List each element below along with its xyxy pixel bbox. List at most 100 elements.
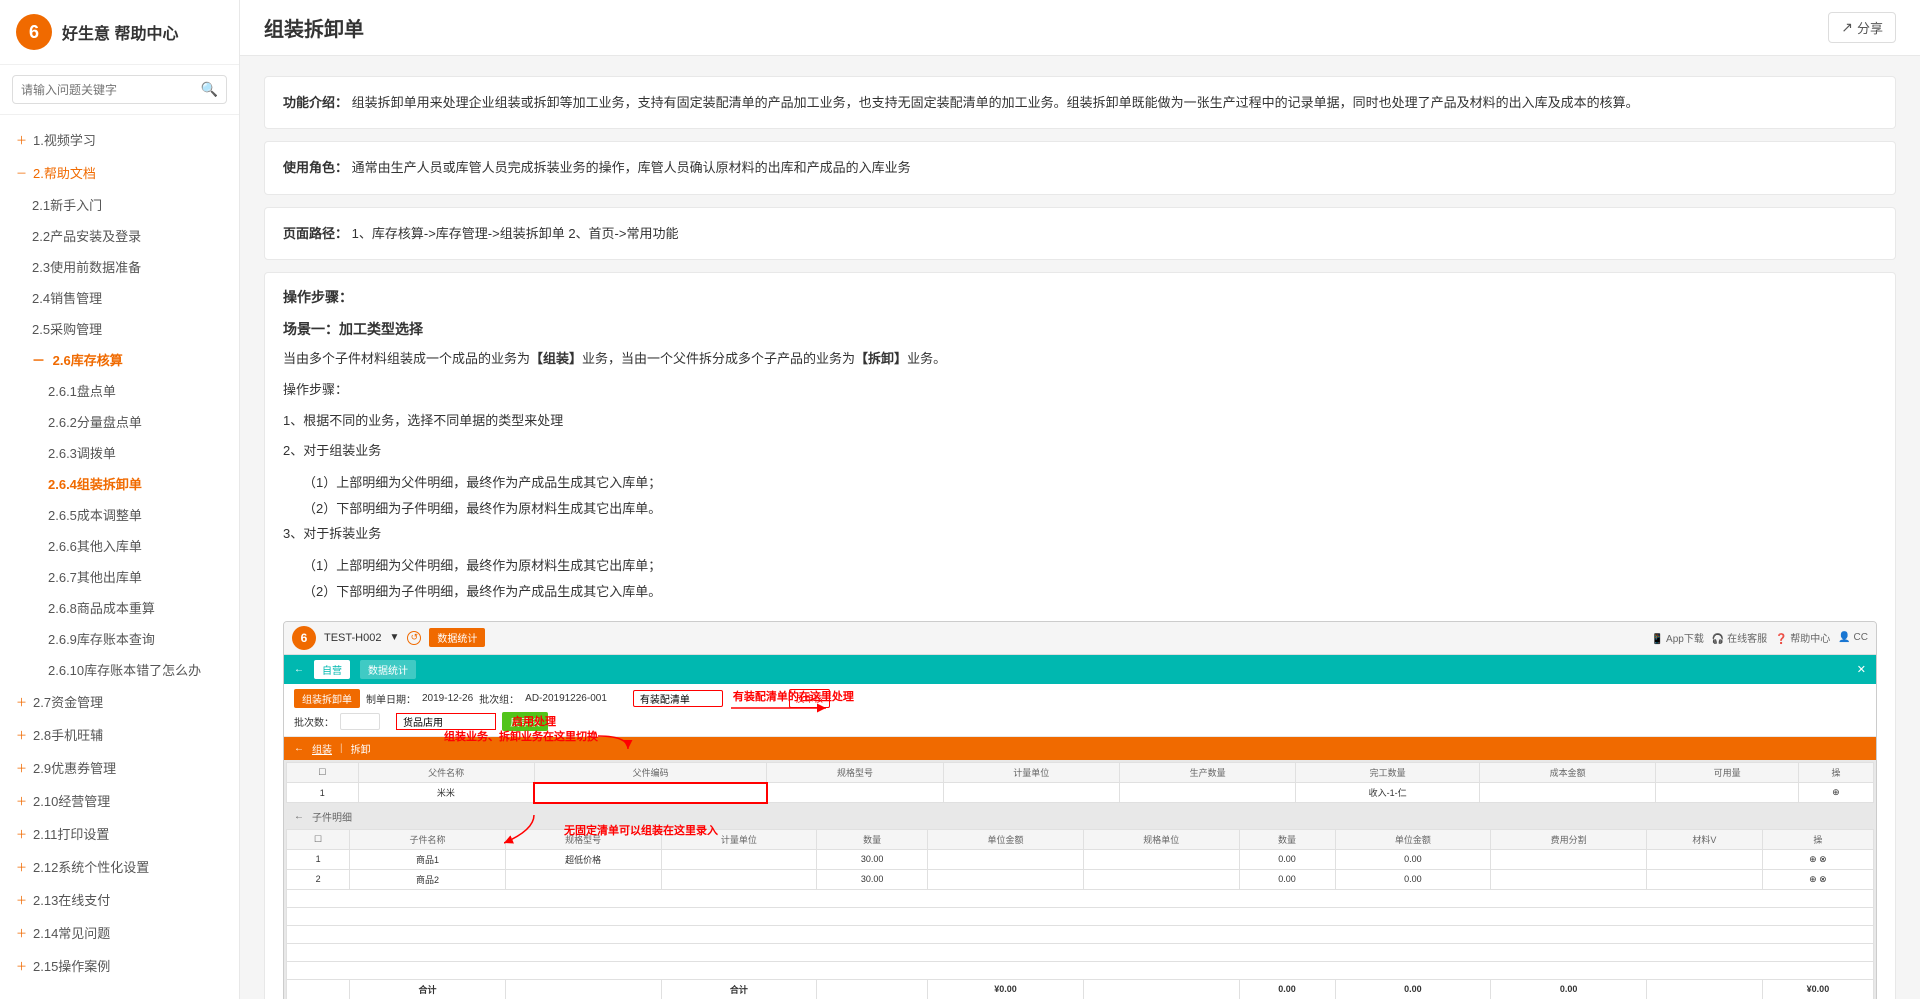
- sidebar-item-assemble[interactable]: 2.6.4组装拆卸单: [0, 468, 239, 499]
- plus-icon: ＋: [16, 826, 27, 842]
- mock-lcell-2-empty: [287, 889, 1874, 907]
- search-area: 🔍: [0, 65, 239, 115]
- step2-sub2: （2）下部明细为子件明细，最终作为原材料生成其它出库单。: [283, 496, 1877, 522]
- step3-sub1: （1）上部明细为父件明细，最终作为原材料生成其它出库单；: [283, 553, 1877, 579]
- plus-icon: ＋: [16, 793, 27, 809]
- sidebar-item-stocktake[interactable]: 2.6.1盘点单: [0, 375, 239, 406]
- mock-back-icon[interactable]: ←: [294, 664, 304, 675]
- mock-lower-section-label: 子件明细: [312, 809, 352, 824]
- sidebar: 6 好生意 帮助中心 🔍 ＋ 1.视频学习 － 2.帮助文档 2.1新手入门 2…: [0, 0, 240, 999]
- screenshot-container: 6 TEST-H002 ▼ ↺ 数据统计 📱 App下载 🎧 在线客服 ❓ 帮助…: [283, 621, 1877, 999]
- sidebar-item-video[interactable]: ＋ 1.视频学习: [0, 123, 239, 156]
- mock-lcell-1-2: [505, 869, 661, 889]
- mock-lower-row-5: [287, 943, 1874, 961]
- mock-code-input[interactable]: [626, 788, 676, 798]
- share-button[interactable]: ↗ 分享: [1828, 12, 1896, 43]
- mock-new-order-btn[interactable]: 数据统计: [429, 628, 485, 647]
- mock-dropdown-icon: ▼: [389, 632, 399, 643]
- mock-upper-thead: ☐ 父件名称 父件编码 规格型号 计量单位 生产数量 完工数量 成本金额 可用量: [287, 762, 1874, 783]
- sidebar-item-label: 2.9优惠券管理: [33, 758, 116, 777]
- mock-lower-row-6: [287, 961, 1874, 979]
- sidebar-item-online-pay[interactable]: ＋ 2.13在线支付: [0, 883, 239, 916]
- feature-intro-label: 功能介绍：: [283, 95, 348, 110]
- mock-quantity-input[interactable]: [340, 713, 380, 730]
- mock-doc-type-btn[interactable]: 组装拆卸单: [294, 689, 360, 708]
- mock-lcell-1-10: [1646, 869, 1762, 889]
- sidebar-item-other-out[interactable]: 2.6.7其他出库单: [0, 561, 239, 592]
- search-button[interactable]: 🔍: [201, 81, 218, 98]
- mock-ftr-9: 0.00: [1491, 979, 1647, 999]
- mock-ftr-10: [1646, 979, 1762, 999]
- role-block: 使用角色： 通常由生产人员或库管人员完成拆装业务的操作，库管人员确认原材料的出库…: [264, 141, 1896, 194]
- mock-ucell-check: 1: [287, 783, 359, 803]
- sidebar-item-adjust[interactable]: 2.6.3调拨单: [0, 437, 239, 468]
- mock-lth-0: ☐: [287, 829, 350, 849]
- mock-tab-zizying[interactable]: 自营: [314, 660, 350, 679]
- ops-title: 操作步骤：: [283, 287, 1877, 307]
- mock-refresh-icon: ↺: [407, 631, 421, 645]
- sidebar-item-cases[interactable]: ＋ 2.15操作案例: [0, 949, 239, 982]
- mock-user-icon: 👤 CC: [1838, 632, 1868, 643]
- mock-ftr-5: ¥0.00: [928, 979, 1084, 999]
- search-box: 🔍: [12, 75, 227, 104]
- role-label: 使用角色：: [283, 160, 348, 175]
- plus-icon: ＋: [16, 925, 27, 941]
- mock-separator: |: [340, 743, 343, 754]
- scenario1-desc: 当由多个子件材料组装成一个成品的业务为【组装】业务，当由一个父件拆分成多个子产品…: [283, 347, 1877, 372]
- mock-close-icon[interactable]: ✕: [1857, 663, 1866, 676]
- share-icon: ↗: [1841, 19, 1853, 36]
- sidebar-item-stock-query[interactable]: 2.6.9库存账本查询: [0, 623, 239, 654]
- sidebar-item-purchase[interactable]: 2.5采购管理: [0, 313, 239, 344]
- sidebar-item-split[interactable]: 2.6.2分量盘点单: [0, 406, 239, 437]
- mock-teal-header: ← 自营 数据统计 ✕: [284, 655, 1876, 684]
- mock-logo: 6: [292, 626, 316, 650]
- sidebar-item-install[interactable]: 2.2产品安装及登录: [0, 220, 239, 251]
- sidebar-item-mobile[interactable]: ＋ 2.8手机旺辅: [0, 718, 239, 751]
- sidebar-item-stock-error[interactable]: 2.6.10库存账本错了怎么办: [0, 654, 239, 685]
- mock-lth-1: 子件名称: [350, 829, 506, 849]
- mock-ucell-cost: [1480, 783, 1656, 803]
- sidebar-item-ops[interactable]: ＋ 2.10经营管理: [0, 784, 239, 817]
- mock-lcell-0-3: [661, 849, 817, 869]
- mock-lth-6: 规格单位: [1083, 829, 1239, 849]
- content-area: 功能介绍： 组装拆卸单用来处理企业组装或拆卸等加工业务，支持有固定装配清单的产品…: [240, 56, 1920, 999]
- mock-lcell-1-0: 2: [287, 869, 350, 889]
- mock-lcell-3-empty: [287, 907, 1874, 925]
- mock-lth-7: 数量: [1239, 829, 1335, 849]
- sidebar-item-faq[interactable]: ＋ 2.14常见问题: [0, 916, 239, 949]
- mock-lower-section-icon: ←: [294, 811, 304, 822]
- ops-steps-title: 操作步骤：: [283, 378, 1877, 403]
- sidebar-item-cost[interactable]: 2.6.5成本调整单: [0, 499, 239, 530]
- sidebar-item-goods-cost[interactable]: 2.6.8商品成本重算: [0, 592, 239, 623]
- sidebar-item-label: 2.11打印设置: [33, 824, 109, 843]
- mock-icon-left: ←: [294, 743, 304, 754]
- mock-uth-4: 计量单位: [943, 762, 1119, 783]
- mock-lth-11: 操: [1762, 829, 1873, 849]
- sidebar-item-capital[interactable]: ＋ 2.7资金管理: [0, 685, 239, 718]
- sidebar-item-print[interactable]: ＋ 2.11打印设置: [0, 817, 239, 850]
- mock-assemble-toggle[interactable]: 组装: [312, 741, 332, 756]
- sidebar-item-newbie[interactable]: 2.1新手入门: [0, 189, 239, 220]
- mock-ucell-unit: [943, 783, 1119, 803]
- search-input[interactable]: [21, 83, 201, 97]
- sidebar-item-other-in[interactable]: 2.6.6其他入库单: [0, 530, 239, 561]
- mock-doc-config-input[interactable]: [633, 690, 723, 707]
- sidebar-item-inventory[interactable]: － 2.6库存核算: [0, 344, 239, 375]
- mock-lower-tfoot: 合计 合计 ¥0.00 0.00 0.00 0.00: [287, 979, 1874, 999]
- mock-ann4-arrow: [504, 815, 564, 845]
- mock-lcell-0-0: 1: [287, 849, 350, 869]
- feature-intro-block: 功能介绍： 组装拆卸单用来处理企业组装或拆卸等加工业务，支持有固定装配清单的产品…: [264, 76, 1896, 129]
- sidebar-item-sales[interactable]: 2.4销售管理: [0, 282, 239, 313]
- mock-uth-6: 完工数量: [1296, 762, 1480, 783]
- mock-tab-stats[interactable]: 数据统计: [360, 660, 416, 679]
- sidebar-item-label: 2.15操作案例: [33, 956, 110, 975]
- scenario1-title: 场景一：加工类型选择: [283, 319, 1877, 339]
- sidebar-item-docs[interactable]: － 2.帮助文档: [0, 156, 239, 189]
- sidebar-item-data[interactable]: 2.3使用前数据准备: [0, 251, 239, 282]
- step2-sub1: （1）上部明细为父件明细，最终作为产成品生成其它入库单；: [283, 470, 1877, 496]
- sidebar-item-system[interactable]: ＋ 2.12系统个性化设置: [0, 850, 239, 883]
- minus-icon: －: [16, 165, 27, 181]
- mock-disassemble-toggle[interactable]: 拆卸: [351, 741, 371, 756]
- mock-ann4-text: 无固定清单可以组装在这里录入: [564, 822, 718, 838]
- sidebar-item-coupon[interactable]: ＋ 2.9优惠券管理: [0, 751, 239, 784]
